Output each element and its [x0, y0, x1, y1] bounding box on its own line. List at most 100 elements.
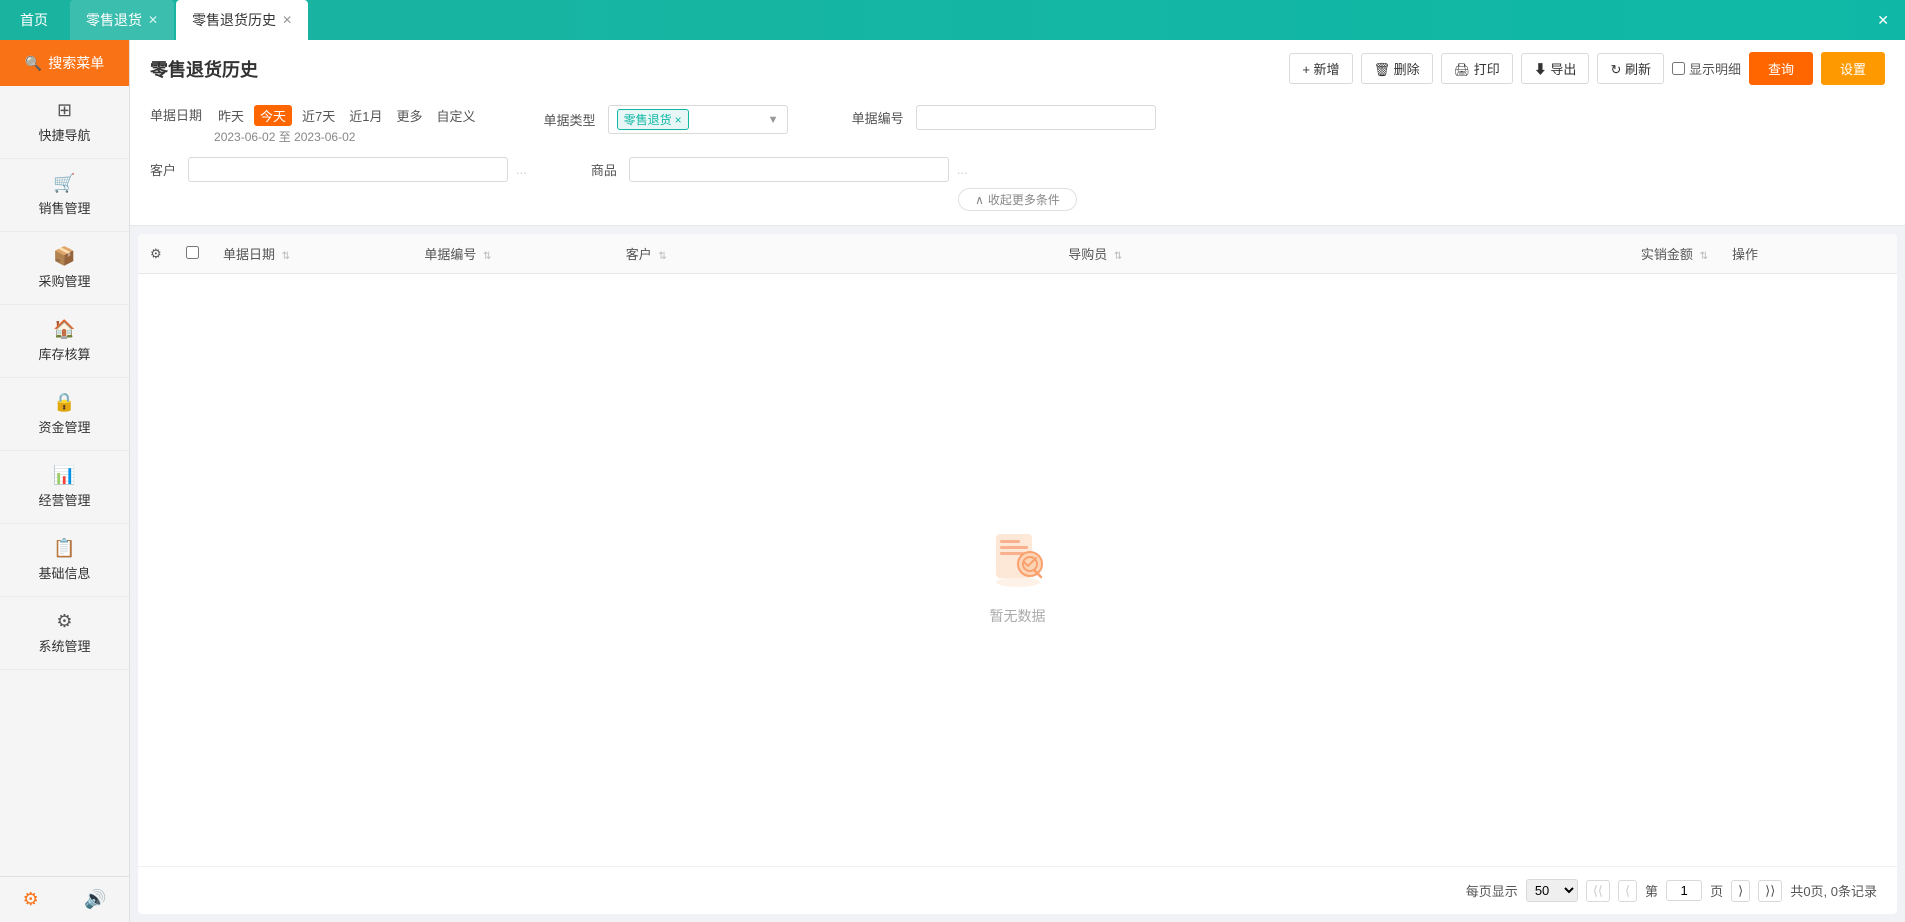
- print-button[interactable]: 🖨 打印: [1441, 53, 1513, 84]
- goods-input[interactable]: [629, 157, 949, 182]
- main-layout: 🔍 搜索菜单 ⊞ 快捷导航 🛒 销售管理 📦 采购管理 🏠 库存核算 🔒: [0, 40, 1905, 922]
- per-page-select[interactable]: 50 100 200: [1526, 879, 1578, 902]
- page-first-btn[interactable]: ⟨⟨: [1586, 880, 1610, 902]
- date-option-1month[interactable]: 近1月: [345, 105, 386, 126]
- volume-icon[interactable]: 🔊: [84, 889, 106, 910]
- th-amount-label: 实销金额: [1641, 247, 1693, 262]
- sidebar-item-purchase-mgmt[interactable]: 📦 采购管理: [0, 232, 129, 305]
- sidebar-item-sales-mgmt[interactable]: 🛒 销售管理: [0, 159, 129, 232]
- ops-icon: 📊: [53, 465, 75, 486]
- tab-retail-return-label: 零售退货: [86, 10, 142, 30]
- th-customer[interactable]: 客户 ⇅: [614, 234, 1056, 274]
- filter-collapse: ∧ 收起更多条件: [150, 184, 1885, 217]
- number-filter-label: 单据编号: [852, 108, 908, 127]
- settings-gear-icon[interactable]: ⚙: [150, 246, 162, 261]
- sidebar-item-ops-label: 经营管理: [38, 490, 90, 509]
- query-button[interactable]: 查询: [1749, 52, 1813, 85]
- th-date[interactable]: 单据日期 ⇅: [211, 234, 412, 274]
- type-tag-text: 零售退货: [624, 111, 672, 128]
- sort-guide-icon: ⇅: [1114, 251, 1122, 262]
- date-option-yesterday[interactable]: 昨天: [214, 105, 248, 126]
- th-customer-label: 客户: [626, 247, 652, 262]
- th-number[interactable]: 单据编号 ⇅: [412, 234, 613, 274]
- tab-list: 首页 零售退货 ✕ 零售退货历史 ✕: [0, 0, 1877, 40]
- tab-retail-return[interactable]: 零售退货 ✕: [70, 0, 174, 40]
- sort-customer-icon: ⇅: [658, 251, 666, 262]
- tab-retail-return-close[interactable]: ✕: [148, 13, 158, 27]
- customer-ellipsis: ...: [516, 162, 527, 177]
- date-option-custom[interactable]: 自定义: [433, 105, 480, 126]
- collapse-button[interactable]: ∧ 收起更多条件: [958, 188, 1077, 211]
- date-filter-label: 单据日期: [150, 105, 206, 124]
- show-detail-label: 显示明细: [1689, 59, 1741, 78]
- tab-home[interactable]: 首页: [0, 0, 68, 40]
- select-all-checkbox[interactable]: [186, 246, 199, 259]
- page-label: 第: [1645, 881, 1658, 900]
- sidebar-item-finance[interactable]: 🔒 资金管理: [0, 378, 129, 451]
- th-guide-label: 导购员: [1068, 247, 1107, 262]
- goods-filter-label: 商品: [591, 160, 621, 179]
- type-tag-close[interactable]: ×: [675, 113, 682, 127]
- show-detail-wrap: 显示明细: [1672, 59, 1741, 78]
- tab-retail-return-history[interactable]: 零售退货历史 ✕: [176, 0, 308, 40]
- page-input[interactable]: [1666, 880, 1702, 901]
- show-detail-checkbox[interactable]: [1672, 62, 1685, 75]
- page-last-btn[interactable]: ⟩⟩: [1758, 880, 1782, 902]
- empty-illustration: [978, 514, 1058, 594]
- type-tag: 零售退货 ×: [617, 109, 689, 130]
- delete-button[interactable]: 🗑 删除: [1361, 53, 1433, 84]
- new-button[interactable]: + 新增: [1289, 53, 1352, 84]
- empty-state: 暂无数据: [138, 274, 1897, 866]
- tab-retail-return-history-label: 零售退货历史: [192, 10, 276, 30]
- sort-amount-icon: ⇅: [1700, 251, 1708, 262]
- th-checkbox[interactable]: [174, 234, 211, 274]
- inventory-icon: 🏠: [53, 319, 75, 340]
- th-guide[interactable]: 导购员 ⇅: [1056, 234, 1498, 274]
- date-options: 昨天 今天 近7天 近1月 更多 自定义 2023-06-02 至 2023-0…: [214, 105, 480, 145]
- th-amount[interactable]: 实销金额 ⇅: [1499, 234, 1720, 274]
- tab-retail-return-history-close[interactable]: ✕: [282, 13, 292, 27]
- filter-area: 单据日期 昨天 今天 近7天 近1月 更多 自定义 2023-06-02 至 2…: [150, 97, 1885, 225]
- page-prev-btn[interactable]: ⟨: [1618, 880, 1637, 902]
- export-button[interactable]: ⬇ 导出: [1521, 53, 1590, 84]
- th-number-label: 单据编号: [424, 247, 476, 262]
- settings-icon[interactable]: ⚙: [23, 889, 39, 910]
- sidebar-item-quick-nav[interactable]: ⊞ 快捷导航: [0, 86, 129, 159]
- top-bar-close[interactable]: ✕: [1877, 12, 1889, 29]
- page-header: 零售退货历史 + 新增 🗑 删除 🖨 打印 ⬇ 导出 ↻ 刷新 显示明细 查询 …: [130, 40, 1905, 226]
- date-option-more[interactable]: 更多: [393, 105, 427, 126]
- quick-nav-icon: ⊞: [57, 100, 72, 121]
- page-next-btn[interactable]: ⟩: [1731, 880, 1750, 902]
- settings-button[interactable]: 设置: [1821, 52, 1885, 85]
- sidebar-item-base-info[interactable]: 📋 基础信息: [0, 524, 129, 597]
- type-filter-label: 单据类型: [544, 110, 600, 129]
- sidebar-item-finance-label: 资金管理: [38, 417, 90, 436]
- total-text: 共0页, 0条记录: [1790, 881, 1877, 900]
- customer-input[interactable]: [188, 157, 508, 182]
- sidebar-item-quick-nav-label: 快捷导航: [38, 125, 90, 144]
- sidebar-item-base-label: 基础信息: [38, 563, 90, 582]
- number-input[interactable]: [916, 105, 1156, 130]
- type-select[interactable]: 零售退货 × ▼: [608, 105, 788, 134]
- sidebar-search[interactable]: 🔍 搜索菜单: [0, 40, 129, 86]
- pagination: 每页显示 50 100 200 ⟨⟨ ⟨ 第 页 ⟩ ⟩⟩ 共0页, 0条记录: [138, 866, 1897, 914]
- page-suffix: 页: [1710, 881, 1723, 900]
- sidebar-item-ops-mgmt[interactable]: 📊 经营管理: [0, 451, 129, 524]
- date-range: 2023-06-02 至 2023-06-02: [214, 128, 480, 145]
- finance-icon: 🔒: [53, 392, 75, 413]
- page-actions: + 新增 🗑 删除 🖨 打印 ⬇ 导出 ↻ 刷新 显示明细 查询 设置: [1289, 52, 1885, 85]
- th-date-label: 单据日期: [223, 247, 275, 262]
- top-bar: 首页 零售退货 ✕ 零售退货历史 ✕ ✕: [0, 0, 1905, 40]
- refresh-button[interactable]: ↻ 刷新: [1597, 53, 1664, 84]
- purchase-icon: 📦: [53, 246, 75, 267]
- per-page-label: 每页显示: [1466, 881, 1518, 900]
- sidebar-item-sys-label: 系统管理: [38, 636, 90, 655]
- goods-ellipsis: ...: [957, 162, 968, 177]
- th-settings[interactable]: ⚙: [138, 234, 174, 274]
- sort-number-icon: ⇅: [483, 251, 491, 262]
- date-option-today[interactable]: 今天: [254, 105, 292, 126]
- sidebar-item-sys-mgmt[interactable]: ⚙ 系统管理: [0, 597, 129, 670]
- sidebar-item-inventory[interactable]: 🏠 库存核算: [0, 305, 129, 378]
- date-option-7days[interactable]: 近7天: [298, 105, 339, 126]
- sidebar-item-sales-label: 销售管理: [38, 198, 90, 217]
